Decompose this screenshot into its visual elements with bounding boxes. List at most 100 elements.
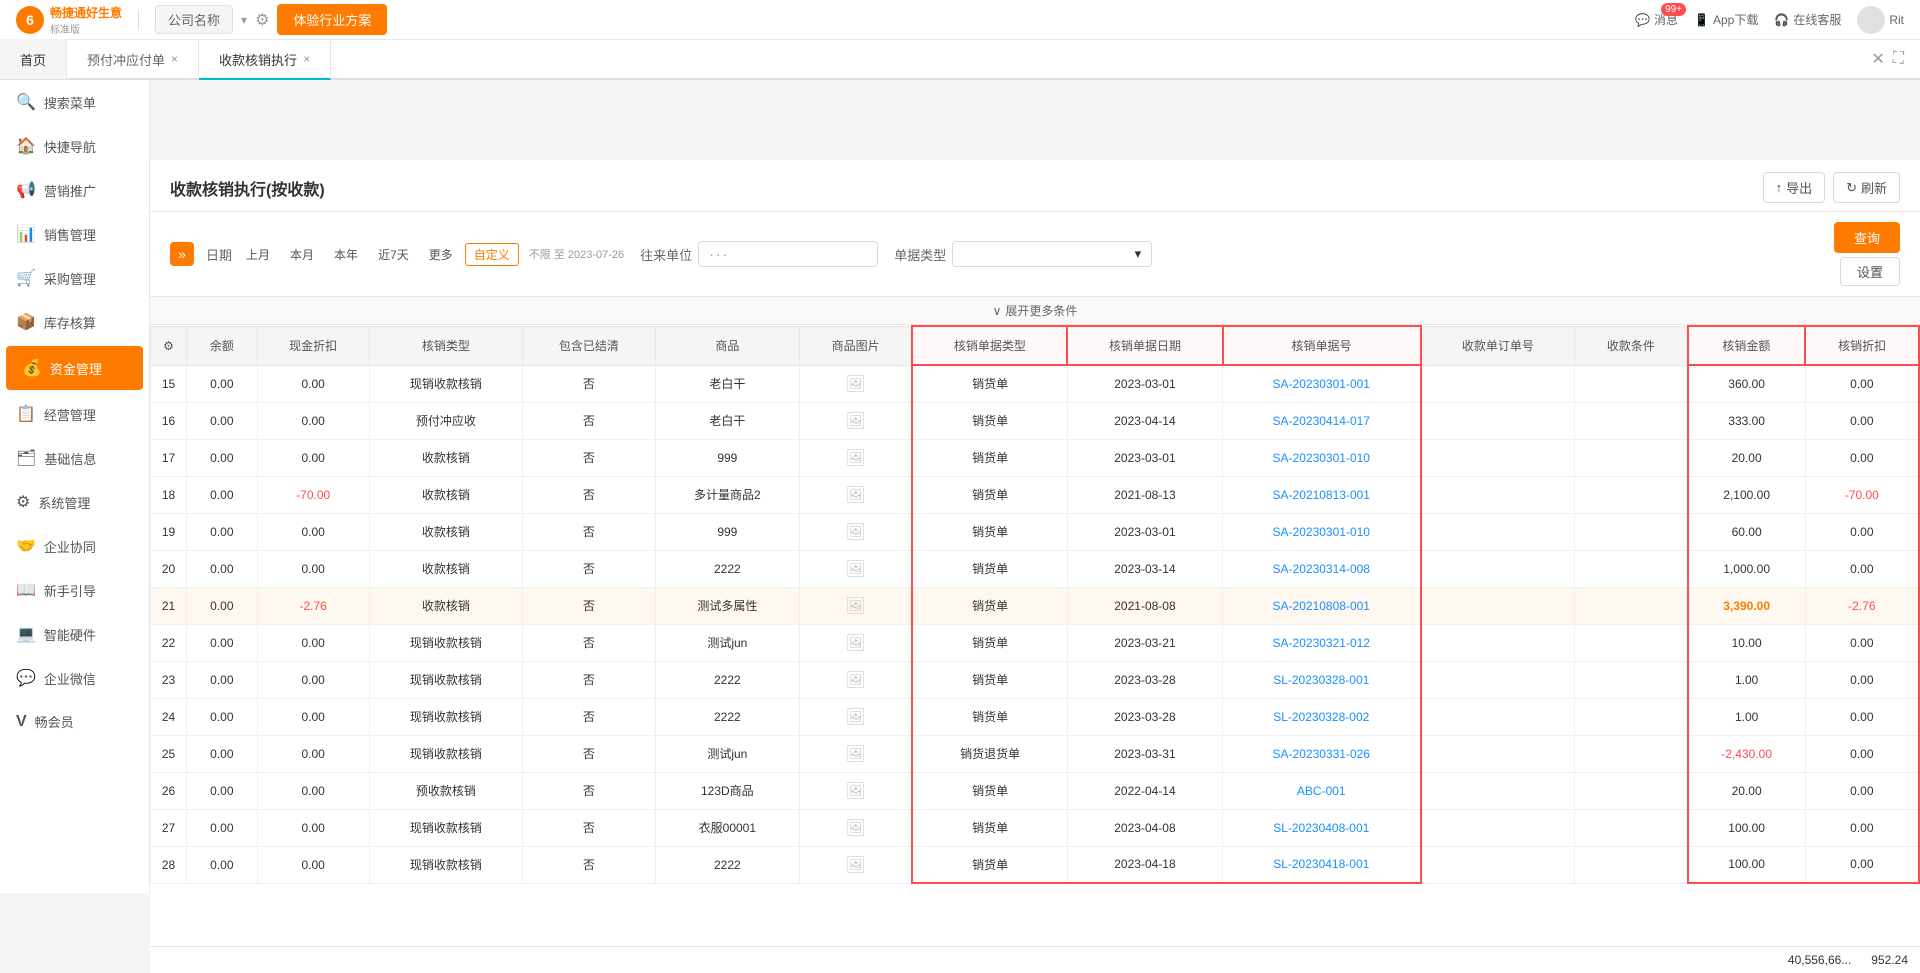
th-bill-date: 核销单据日期 bbox=[1067, 326, 1222, 365]
sidebar-item-search[interactable]: 🔍 搜索菜单 bbox=[0, 80, 149, 124]
sidebar-item-nav[interactable]: 🏠 快捷导航 bbox=[0, 124, 149, 168]
row-bill-no[interactable]: SA-20210808-001 bbox=[1223, 587, 1421, 624]
row-bill-no[interactable]: SL-20230408-001 bbox=[1223, 809, 1421, 846]
sidebar-item-inventory[interactable]: 📦 库存核算 bbox=[0, 300, 149, 344]
row-receipt-order-no bbox=[1421, 550, 1575, 587]
close-prepay-tab[interactable]: × bbox=[171, 52, 178, 66]
filter-toggle[interactable]: » bbox=[170, 242, 194, 266]
row-bill-no[interactable]: SA-20230321-012 bbox=[1223, 624, 1421, 661]
row-bill-no[interactable]: ABC-001 bbox=[1223, 772, 1421, 809]
sidebar-item-marketing[interactable]: 📢 营销推广 bbox=[0, 168, 149, 212]
chevron-down-icon[interactable]: ▾ bbox=[241, 13, 247, 27]
th-gear[interactable]: ⚙ bbox=[151, 326, 187, 365]
row-bill-no[interactable]: SL-20230328-002 bbox=[1223, 698, 1421, 735]
sidebar-item-purchase[interactable]: 🛒 采购管理 bbox=[0, 256, 149, 300]
row-goods: 衣服00001 bbox=[655, 809, 799, 846]
date-range: 不限 至 2023-07-26 bbox=[529, 246, 624, 262]
th-verify-amount: 核销金额 bbox=[1688, 326, 1806, 365]
app-download-item[interactable]: 📱 App下载 bbox=[1694, 11, 1758, 28]
row-bill-date: 2021-08-13 bbox=[1067, 476, 1222, 513]
tab-prepay[interactable]: 预付冲应付单 × bbox=[67, 39, 199, 79]
user-area[interactable]: Rit bbox=[1857, 6, 1904, 34]
row-goods: 老白干 bbox=[655, 365, 799, 402]
th-bill-no: 核销单据号 bbox=[1223, 326, 1421, 365]
sidebar-item-collab[interactable]: 🤝 企业协同 bbox=[0, 524, 149, 568]
row-verify-amount: 20.00 bbox=[1688, 439, 1806, 476]
row-bill-date: 2021-08-08 bbox=[1067, 587, 1222, 624]
date-custom-btn[interactable]: 自定义 bbox=[465, 243, 519, 266]
row-bill-no[interactable]: SL-20230418-001 bbox=[1223, 846, 1421, 883]
query-button[interactable]: 查询 bbox=[1834, 222, 1900, 253]
row-bill-no[interactable]: SL-20230328-001 bbox=[1223, 661, 1421, 698]
row-no: 15 bbox=[151, 365, 187, 402]
date-btn-this-year[interactable]: 本年 bbox=[326, 244, 366, 265]
tab-receipt[interactable]: 收款核销执行 × bbox=[199, 40, 331, 80]
row-verify-type: 现销收款核销 bbox=[369, 698, 522, 735]
row-bill-no[interactable]: SA-20230301-001 bbox=[1223, 365, 1421, 402]
chevron-down-icon2: ▾ bbox=[1135, 246, 1142, 262]
row-bill-date: 2023-03-31 bbox=[1067, 735, 1222, 772]
gear-icon[interactable]: ⚙ bbox=[255, 10, 269, 30]
row-bill-category: 销货单 bbox=[912, 550, 1067, 587]
query-btns: 查询 设置 bbox=[1834, 222, 1900, 286]
table-wrapper[interactable]: ⚙ 余额 现金折扣 核销类型 包含已结清 商品 商品图片 核销单据类型 核销单据… bbox=[150, 325, 1920, 946]
row-bill-category: 销货单 bbox=[912, 402, 1067, 439]
row-goods: 多计量商品2 bbox=[655, 476, 799, 513]
sidebar-item-member[interactable]: V 畅会员 bbox=[0, 700, 149, 743]
row-include-settled: 否 bbox=[523, 550, 656, 587]
bill-type-select[interactable]: ▾ bbox=[952, 241, 1152, 267]
row-bill-no[interactable]: SA-20230414-017 bbox=[1223, 402, 1421, 439]
bill-type-label: 单据类型 bbox=[894, 245, 946, 264]
row-verify-type: 现销收款核销 bbox=[369, 661, 522, 698]
page-title: 收款核销执行(按收款) bbox=[170, 176, 325, 200]
th-cash-discount: 现金折扣 bbox=[257, 326, 369, 365]
tab-home[interactable]: 首页 bbox=[0, 39, 67, 79]
th-receipt-condition: 收款条件 bbox=[1575, 326, 1688, 365]
row-bill-no[interactable]: SA-20210813-001 bbox=[1223, 476, 1421, 513]
sidebar-item-guide[interactable]: 📖 新手引导 bbox=[0, 568, 149, 612]
message-item[interactable]: 💬 消息 99+ bbox=[1635, 11, 1678, 28]
row-balance: 0.00 bbox=[187, 476, 258, 513]
th-receipt-order-no: 收款单订单号 bbox=[1421, 326, 1575, 365]
base-icon: 🗂 bbox=[16, 448, 36, 468]
sidebar-item-business[interactable]: 📋 经营管理 bbox=[0, 392, 149, 436]
maximize-icon[interactable]: ⛶ bbox=[1893, 50, 1904, 68]
date-btn-this-month[interactable]: 本月 bbox=[282, 244, 322, 265]
export-button[interactable]: ↑ 导出 bbox=[1763, 172, 1826, 203]
online-service-item[interactable]: 🎧 在线客服 bbox=[1774, 11, 1841, 28]
sidebar-item-sales[interactable]: 📊 销售管理 bbox=[0, 212, 149, 256]
row-verify-discount: -2.76 bbox=[1805, 587, 1919, 624]
row-bill-date: 2023-03-01 bbox=[1067, 439, 1222, 476]
refresh-button[interactable]: ↻ 刷新 bbox=[1833, 172, 1900, 203]
row-no: 19 bbox=[151, 513, 187, 550]
date-btn-more[interactable]: 更多 bbox=[421, 244, 461, 265]
date-btn-7days[interactable]: 近7天 bbox=[370, 244, 417, 265]
sidebar-item-hardware[interactable]: 💻 智能硬件 bbox=[0, 612, 149, 656]
row-goods-img: 🖼 bbox=[799, 513, 912, 550]
close-window-icon[interactable]: ✕ bbox=[1871, 49, 1884, 69]
row-verify-type: 现销收款核销 bbox=[369, 365, 522, 402]
row-bill-no[interactable]: SA-20230314-008 bbox=[1223, 550, 1421, 587]
sidebar-item-base[interactable]: 🗂 基础信息 bbox=[0, 436, 149, 480]
setting-button[interactable]: 设置 bbox=[1840, 257, 1900, 286]
row-bill-no[interactable]: SA-20230301-010 bbox=[1223, 439, 1421, 476]
sidebar-item-finance[interactable]: 💰 资金管理 bbox=[6, 346, 143, 390]
row-bill-date: 2023-04-18 bbox=[1067, 846, 1222, 883]
row-bill-no[interactable]: SA-20230301-010 bbox=[1223, 513, 1421, 550]
expand-bar[interactable]: ∨ 展开更多条件 bbox=[150, 297, 1920, 325]
sidebar-item-system[interactable]: ⚙ 系统管理 bbox=[0, 480, 149, 524]
row-receipt-condition bbox=[1575, 402, 1688, 439]
row-goods: 123D商品 bbox=[655, 772, 799, 809]
partner-select[interactable]: ··· bbox=[698, 241, 878, 267]
partner-label: 往来单位 bbox=[640, 245, 692, 264]
row-bill-no[interactable]: SA-20230331-026 bbox=[1223, 735, 1421, 772]
sidebar-label-wechat: 企业微信 bbox=[44, 669, 96, 688]
date-btn-last-month[interactable]: 上月 bbox=[238, 244, 278, 265]
row-verify-amount: 2,100.00 bbox=[1688, 476, 1806, 513]
industry-button[interactable]: 体验行业方案 bbox=[277, 4, 387, 35]
th-goods-img: 商品图片 bbox=[799, 326, 912, 365]
sidebar-item-wechat[interactable]: 💬 企业微信 bbox=[0, 656, 149, 700]
row-include-settled: 否 bbox=[523, 402, 656, 439]
close-receipt-tab[interactable]: × bbox=[303, 52, 310, 66]
company-name[interactable]: 公司名称 bbox=[155, 5, 233, 34]
